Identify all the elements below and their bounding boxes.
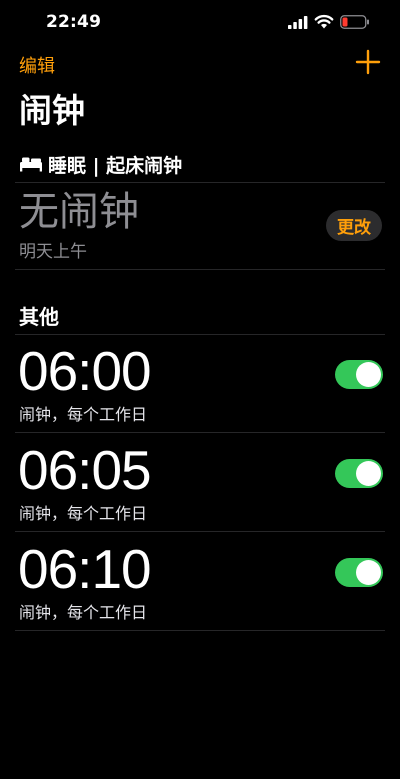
divider (15, 182, 385, 183)
alarm-toggle[interactable] (335, 459, 383, 488)
alarm-label: 闹钟，每个工作日 (19, 603, 148, 622)
battery-low-icon (340, 15, 369, 29)
sleep-section-label: 睡眠 | 起床闹钟 (48, 154, 183, 177)
divider (15, 630, 385, 631)
signal-icon (288, 16, 308, 29)
edit-button[interactable]: 编辑 (19, 52, 55, 78)
sleep-section-header: 睡眠 | 起床闹钟 (19, 150, 182, 178)
wifi-icon (314, 14, 334, 29)
change-button[interactable]: 更改 (326, 210, 382, 241)
alarm-label: 闹钟，每个工作日 (19, 405, 148, 424)
sleep-alarm-subtitle: 明天上午 (19, 242, 87, 262)
status-time: 22:49 (46, 12, 102, 32)
divider (15, 269, 385, 270)
toggle-knob (356, 560, 381, 585)
alarm-row[interactable]: 06:10 闹钟，每个工作日 (0, 532, 400, 631)
plus-icon[interactable] (354, 48, 382, 76)
alarm-toggle[interactable] (335, 558, 383, 587)
alarm-label: 闹钟，每个工作日 (19, 504, 148, 523)
toggle-knob (356, 362, 381, 387)
alarm-time: 06:00 (18, 340, 152, 402)
alarm-row[interactable]: 06:00 闹钟，每个工作日 (0, 334, 400, 433)
alarm-toggle[interactable] (335, 360, 383, 389)
no-alarm-label: 无闹钟 (19, 189, 139, 235)
alarm-time: 06:10 (18, 538, 152, 600)
alarm-time: 06:05 (18, 439, 152, 501)
status-bar: 22:49 (0, 0, 400, 46)
alarm-row[interactable]: 06:05 闹钟，每个工作日 (0, 433, 400, 532)
bed-icon (20, 157, 42, 172)
other-section-header: 其他 (19, 305, 59, 329)
page-title: 闹钟 (19, 91, 85, 130)
toggle-knob (356, 461, 381, 486)
